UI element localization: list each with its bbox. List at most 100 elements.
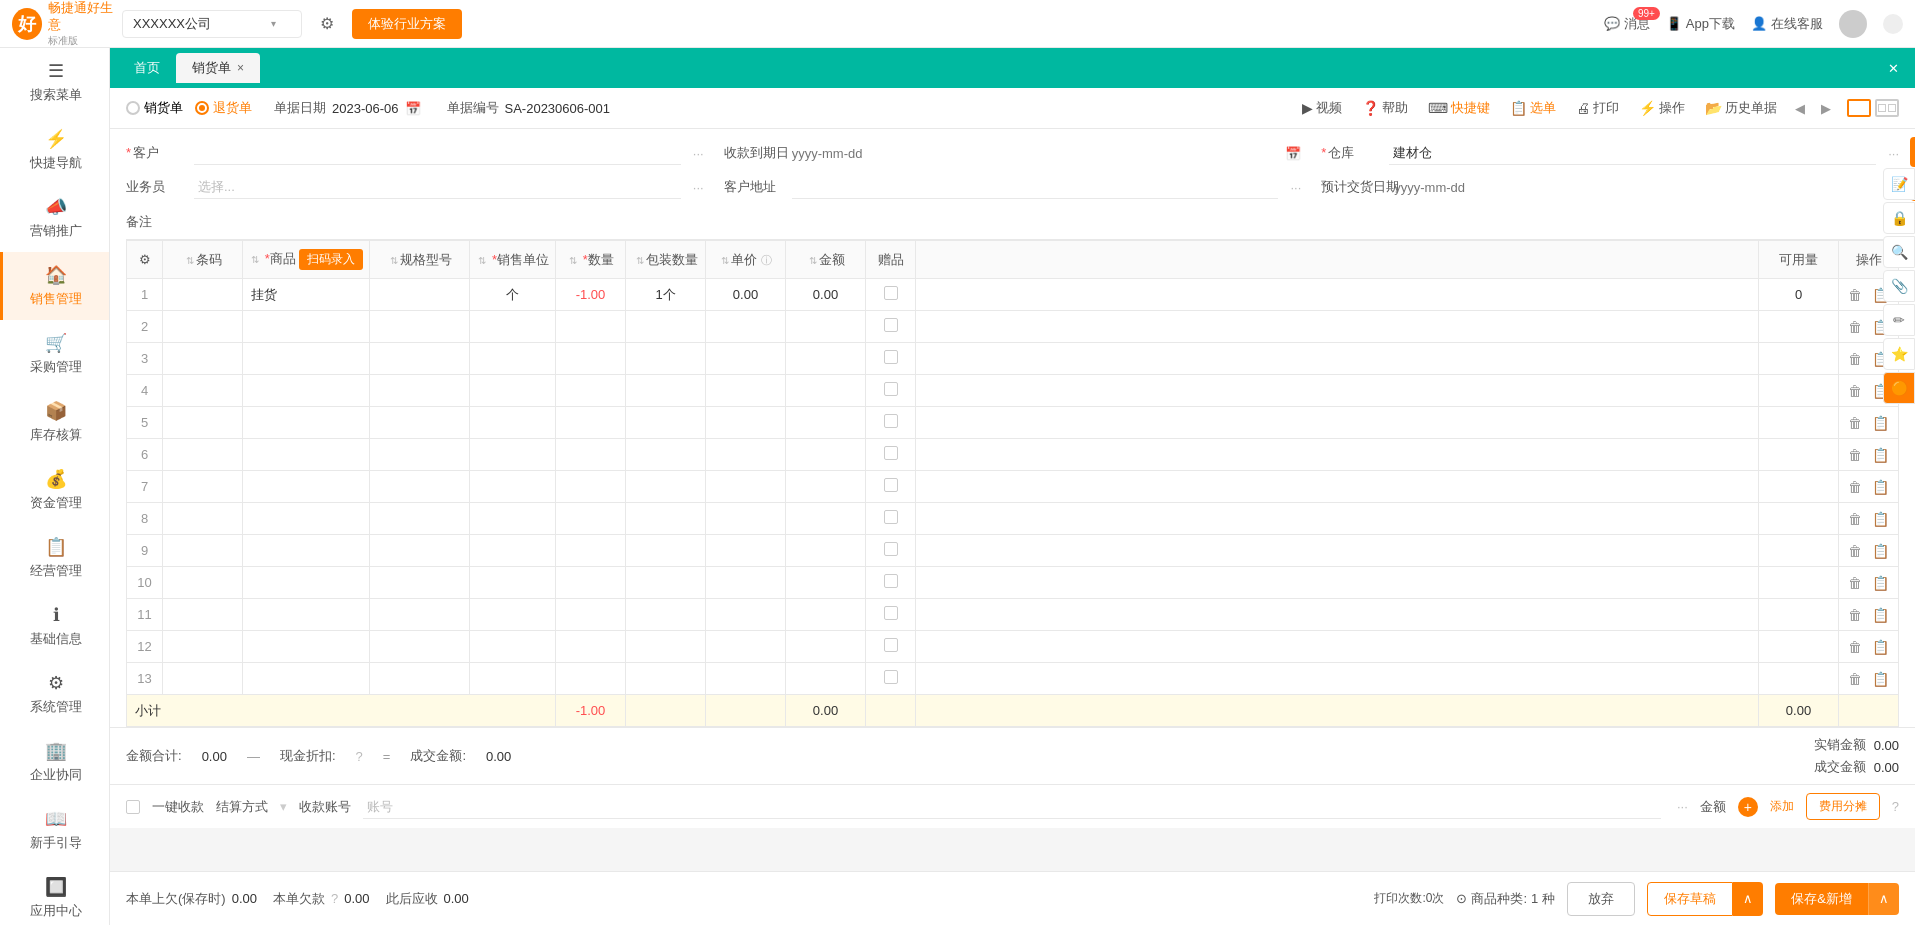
sidebar-item-purchase[interactable]: 🛒 采购管理 <box>0 320 109 388</box>
row-gift[interactable] <box>866 567 916 599</box>
row-amount[interactable] <box>786 631 866 663</box>
due-date-calendar-icon[interactable]: 📅 <box>1285 146 1301 161</box>
online-service-btn[interactable]: 👤 在线客服 <box>1751 15 1823 33</box>
view-list-btn[interactable] <box>1847 99 1871 117</box>
avatar-2[interactable] <box>1883 14 1903 34</box>
row-qty[interactable] <box>556 567 626 599</box>
row-qty[interactable] <box>556 439 626 471</box>
row-gift[interactable] <box>866 343 916 375</box>
row-barcode[interactable] <box>163 439 243 471</box>
row-price[interactable] <box>706 439 786 471</box>
header-settings-btn[interactable]: ⚙ <box>312 9 342 39</box>
row-price[interactable] <box>706 599 786 631</box>
gift-checkbox[interactable] <box>884 638 898 652</box>
scan-btn[interactable]: 扫码录入 <box>299 249 363 270</box>
delete-icon[interactable]: 🗑 <box>1848 607 1862 623</box>
gift-checkbox[interactable] <box>884 510 898 524</box>
app-download-btn[interactable]: 📱 App下载 <box>1666 15 1735 33</box>
row-gift[interactable] <box>866 599 916 631</box>
copy-icon[interactable]: 📋 <box>1872 607 1889 623</box>
row-product[interactable] <box>243 311 370 343</box>
copy-icon[interactable]: 📋 <box>1872 479 1889 495</box>
row-amount[interactable] <box>786 343 866 375</box>
abandon-btn[interactable]: 放弃 <box>1567 882 1635 916</box>
fee-question-icon[interactable]: ? <box>1892 799 1899 814</box>
customer-addr-input[interactable] <box>792 175 1279 199</box>
row-spec[interactable] <box>370 599 470 631</box>
row-amount[interactable] <box>786 407 866 439</box>
salesperson-input[interactable] <box>194 175 681 199</box>
right-float-attach-btn[interactable]: 📎 <box>1883 270 1915 302</box>
row-gift[interactable] <box>866 471 916 503</box>
row-barcode[interactable] <box>163 663 243 695</box>
row-pkg-qty[interactable] <box>626 503 706 535</box>
gift-checkbox[interactable] <box>884 670 898 684</box>
row-spec[interactable] <box>370 279 470 311</box>
row-qty[interactable] <box>556 407 626 439</box>
message-btn[interactable]: 💬 消息 99+ <box>1604 15 1650 33</box>
row-spec[interactable] <box>370 631 470 663</box>
row-barcode[interactable] <box>163 407 243 439</box>
row-spec[interactable] <box>370 535 470 567</box>
gift-checkbox[interactable] <box>884 574 898 588</box>
sort-icon-4[interactable]: ⇅ <box>478 255 486 266</box>
row-pkg-qty[interactable] <box>626 567 706 599</box>
delete-icon[interactable]: 🗑 <box>1848 287 1862 303</box>
product-kind-radio[interactable]: ⊙ <box>1456 891 1467 906</box>
account-input[interactable] <box>363 795 1661 819</box>
row-product[interactable] <box>243 631 370 663</box>
delete-icon[interactable]: 🗑 <box>1848 671 1862 687</box>
row-pkg-qty[interactable] <box>626 311 706 343</box>
save-draft-arrow-btn[interactable]: ∧ <box>1733 882 1763 916</box>
gift-checkbox[interactable] <box>884 286 898 300</box>
row-pkg-qty[interactable] <box>626 599 706 631</box>
add-payment-btn[interactable]: + <box>1738 797 1758 817</box>
row-product[interactable] <box>243 503 370 535</box>
row-spec[interactable] <box>370 407 470 439</box>
row-barcode[interactable] <box>163 471 243 503</box>
row-amount[interactable] <box>786 375 866 407</box>
row-spec[interactable] <box>370 663 470 695</box>
row-amount[interactable] <box>786 599 866 631</box>
radio-sales[interactable]: 销货单 <box>126 99 183 117</box>
row-product[interactable] <box>243 567 370 599</box>
row-pkg-qty[interactable] <box>626 631 706 663</box>
row-product[interactable] <box>243 407 370 439</box>
save-draft-btn[interactable]: 保存草稿 <box>1647 882 1733 916</box>
tab-home[interactable]: 首页 <box>118 53 176 83</box>
row-product[interactable] <box>243 343 370 375</box>
save-new-arrow-btn[interactable]: ∧ <box>1868 883 1899 915</box>
tab-close-window[interactable]: ✕ <box>1880 57 1907 80</box>
row-qty[interactable] <box>556 631 626 663</box>
delete-icon[interactable]: 🗑 <box>1848 383 1862 399</box>
row-unit[interactable] <box>470 631 556 663</box>
delete-icon[interactable]: 🗑 <box>1848 447 1862 463</box>
gift-checkbox[interactable] <box>884 414 898 428</box>
history-btn[interactable]: 📂 历史单据 <box>1699 96 1783 120</box>
gift-checkbox[interactable] <box>884 542 898 556</box>
radio-return[interactable]: 退货单 <box>195 99 252 117</box>
due-date-input[interactable] <box>792 146 1278 161</box>
gift-checkbox[interactable] <box>884 478 898 492</box>
row-barcode[interactable] <box>163 599 243 631</box>
sidebar-item-search[interactable]: ☰ 搜索菜单 <box>0 48 109 116</box>
settings-float-btn[interactable]: ⚙ 设置 <box>1910 137 1915 167</box>
row-spec[interactable] <box>370 439 470 471</box>
row-pkg-qty[interactable] <box>626 663 706 695</box>
right-float-star-btn[interactable]: ⭐ <box>1883 338 1915 370</box>
row-barcode[interactable] <box>163 503 243 535</box>
copy-icon[interactable]: 📋 <box>1872 543 1889 559</box>
row-amount[interactable] <box>786 663 866 695</box>
row-pkg-qty[interactable] <box>626 375 706 407</box>
row-price[interactable] <box>706 567 786 599</box>
company-selector[interactable]: XXXXXX公司 ▾ <box>122 10 302 38</box>
row-unit[interactable] <box>470 375 556 407</box>
sidebar-item-sales[interactable]: 🏠 销售管理 <box>0 252 109 320</box>
row-price[interactable] <box>706 503 786 535</box>
sidebar-item-quicknav[interactable]: ⚡ 快捷导航 <box>0 116 109 184</box>
sidebar-item-marketing[interactable]: 📣 营销推广 <box>0 184 109 252</box>
delete-icon[interactable]: 🗑 <box>1848 479 1862 495</box>
delete-icon[interactable]: 🗑 <box>1848 319 1862 335</box>
row-gift[interactable] <box>866 311 916 343</box>
row-spec[interactable] <box>370 503 470 535</box>
